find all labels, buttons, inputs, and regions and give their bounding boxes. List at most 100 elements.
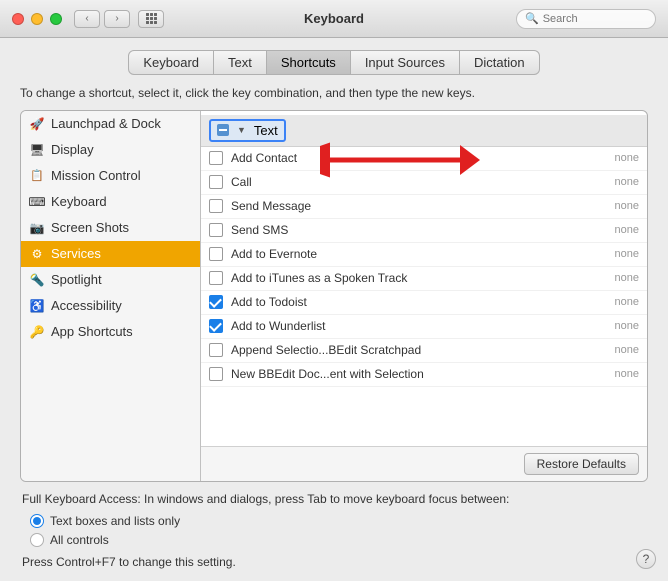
shortcut-list: ▼ Text Add Contact none Call none xyxy=(201,111,647,446)
sidebar-item-label: Services xyxy=(51,246,101,261)
group-header[interactable]: ▼ Text xyxy=(201,115,647,147)
mission-control-icon: 📋 xyxy=(29,168,45,184)
sidebar-item-services[interactable]: ⚙ Services xyxy=(21,241,200,267)
fka-title: Full Keyboard Access: In windows and dia… xyxy=(22,492,646,506)
close-button[interactable] xyxy=(12,13,24,25)
radio-circle xyxy=(30,533,44,547)
sidebar-item-screenshots[interactable]: 📷 Screen Shots xyxy=(21,215,200,241)
sidebar-item-label: App Shortcuts xyxy=(51,324,133,339)
sidebar-item-label: Screen Shots xyxy=(51,220,129,235)
nav-buttons: ‹ › xyxy=(74,10,130,28)
sidebar-item-display[interactable]: 🖥 Display xyxy=(21,137,200,163)
shortcut-checkbox-itunes[interactable] xyxy=(209,271,223,285)
app-shortcuts-icon: 🔑 xyxy=(29,324,45,340)
shortcut-row: Add Contact none xyxy=(201,147,647,171)
tab-input-sources[interactable]: Input Sources xyxy=(351,50,460,75)
services-icon: ⚙ xyxy=(29,246,45,262)
main-content: Keyboard Text Shortcuts Input Sources Di… xyxy=(0,38,668,581)
traffic-lights xyxy=(12,13,62,25)
shortcut-checkbox-evernote[interactable] xyxy=(209,247,223,261)
maximize-button[interactable] xyxy=(50,13,62,25)
tab-dictation[interactable]: Dictation xyxy=(460,50,540,75)
sidebar-item-label: Mission Control xyxy=(51,168,141,183)
restore-defaults-button[interactable]: Restore Defaults xyxy=(524,453,639,475)
shortcut-checkbox-add-contact[interactable] xyxy=(209,151,223,165)
help-icon: ? xyxy=(643,552,650,566)
shortcut-row: Add to Todoist none xyxy=(201,291,647,315)
shortcut-checkbox-wunderlist[interactable] xyxy=(209,319,223,333)
launchpad-icon: 🚀 xyxy=(29,116,45,132)
shortcut-row: Add to iTunes as a Spoken Track none xyxy=(201,267,647,291)
description-text: To change a shortcut, select it, click t… xyxy=(20,85,648,102)
shortcut-key: none xyxy=(615,344,639,356)
shortcut-key: none xyxy=(615,152,639,164)
sidebar-item-launchpad[interactable]: 🚀 Launchpad & Dock xyxy=(21,111,200,137)
shortcut-row: Append Selectio...BEdit Scratchpad none xyxy=(201,339,647,363)
tab-keyboard[interactable]: Keyboard xyxy=(128,50,214,75)
tab-text[interactable]: Text xyxy=(214,50,267,75)
keyboard-icon: ⌨ xyxy=(29,194,45,210)
shortcut-checkbox-send-sms[interactable] xyxy=(209,223,223,237)
search-input[interactable] xyxy=(543,13,647,25)
display-icon: 🖥 xyxy=(29,142,45,158)
grid-button[interactable] xyxy=(138,10,164,28)
shortcut-label: Add to Wunderlist xyxy=(231,319,607,333)
radio-circle-selected xyxy=(30,514,44,528)
accessibility-icon: ♿ xyxy=(29,298,45,314)
shortcut-row: Send SMS none xyxy=(201,219,647,243)
shortcut-row: Send Message none xyxy=(201,195,647,219)
shortcut-label: New BBEdit Doc...ent with Selection xyxy=(231,367,607,381)
right-panel: ▼ Text Add Contact none Call none xyxy=(201,111,647,481)
radio-label: Text boxes and lists only xyxy=(50,514,180,528)
shortcut-checkbox-call[interactable] xyxy=(209,175,223,189)
control-note: Press Control+F7 to change this setting. xyxy=(22,555,646,569)
sidebar-item-spotlight[interactable]: 🔦 Spotlight xyxy=(21,267,200,293)
back-button[interactable]: ‹ xyxy=(74,10,100,28)
bottom-section: Full Keyboard Access: In windows and dia… xyxy=(20,492,648,569)
shortcut-label: Send SMS xyxy=(231,223,607,237)
shortcut-key: none xyxy=(615,248,639,260)
shortcut-checkbox-bbedit-new[interactable] xyxy=(209,367,223,381)
radio-group: Text boxes and lists only All controls xyxy=(22,514,646,547)
restore-row: Restore Defaults xyxy=(201,446,647,481)
shortcut-key: none xyxy=(615,320,639,332)
titlebar: ‹ › Keyboard 🔍 xyxy=(0,0,668,38)
body-panel: 🚀 Launchpad & Dock 🖥 Display 📋 Mission C… xyxy=(20,110,648,482)
sidebar-item-accessibility[interactable]: ♿ Accessibility xyxy=(21,293,200,319)
radio-text-boxes[interactable]: Text boxes and lists only xyxy=(30,514,646,528)
sidebar-item-mission-control[interactable]: 📋 Mission Control xyxy=(21,163,200,189)
shortcut-row: Add to Evernote none xyxy=(201,243,647,267)
sidebar-item-app-shortcuts[interactable]: 🔑 App Shortcuts xyxy=(21,319,200,345)
shortcut-label: Append Selectio...BEdit Scratchpad xyxy=(231,343,607,357)
sidebar-item-label: Spotlight xyxy=(51,272,102,287)
sidebar-item-label: Launchpad & Dock xyxy=(51,116,161,131)
search-box: 🔍 xyxy=(516,9,656,29)
grid-icon xyxy=(146,13,157,24)
shortcut-key: none xyxy=(615,224,639,236)
radio-all-controls[interactable]: All controls xyxy=(30,533,646,547)
shortcut-key: none xyxy=(615,296,639,308)
sidebar-item-keyboard[interactable]: ⌨ Keyboard xyxy=(21,189,200,215)
minus-icon xyxy=(217,124,229,136)
sidebar-item-label: Keyboard xyxy=(51,194,107,209)
group-header-highlight: ▼ Text xyxy=(209,119,286,142)
shortcut-key: none xyxy=(615,176,639,188)
spotlight-icon: 🔦 xyxy=(29,272,45,288)
tab-bar: Keyboard Text Shortcuts Input Sources Di… xyxy=(20,50,648,75)
forward-button[interactable]: › xyxy=(104,10,130,28)
help-button[interactable]: ? xyxy=(636,549,656,569)
sidebar-item-label: Accessibility xyxy=(51,298,122,313)
tab-shortcuts[interactable]: Shortcuts xyxy=(267,50,351,75)
search-icon: 🔍 xyxy=(525,12,539,25)
shortcut-row: New BBEdit Doc...ent with Selection none xyxy=(201,363,647,387)
shortcut-checkbox-send-message[interactable] xyxy=(209,199,223,213)
minimize-button[interactable] xyxy=(31,13,43,25)
shortcut-label: Add to iTunes as a Spoken Track xyxy=(231,271,607,285)
shortcut-label: Add Contact xyxy=(231,151,607,165)
window-title: Keyboard xyxy=(304,11,364,26)
shortcut-key: none xyxy=(615,368,639,380)
shortcut-checkbox-todoist[interactable] xyxy=(209,295,223,309)
group-header-label: Text xyxy=(254,123,278,138)
shortcut-checkbox-bbedit-append[interactable] xyxy=(209,343,223,357)
shortcut-label: Send Message xyxy=(231,199,607,213)
